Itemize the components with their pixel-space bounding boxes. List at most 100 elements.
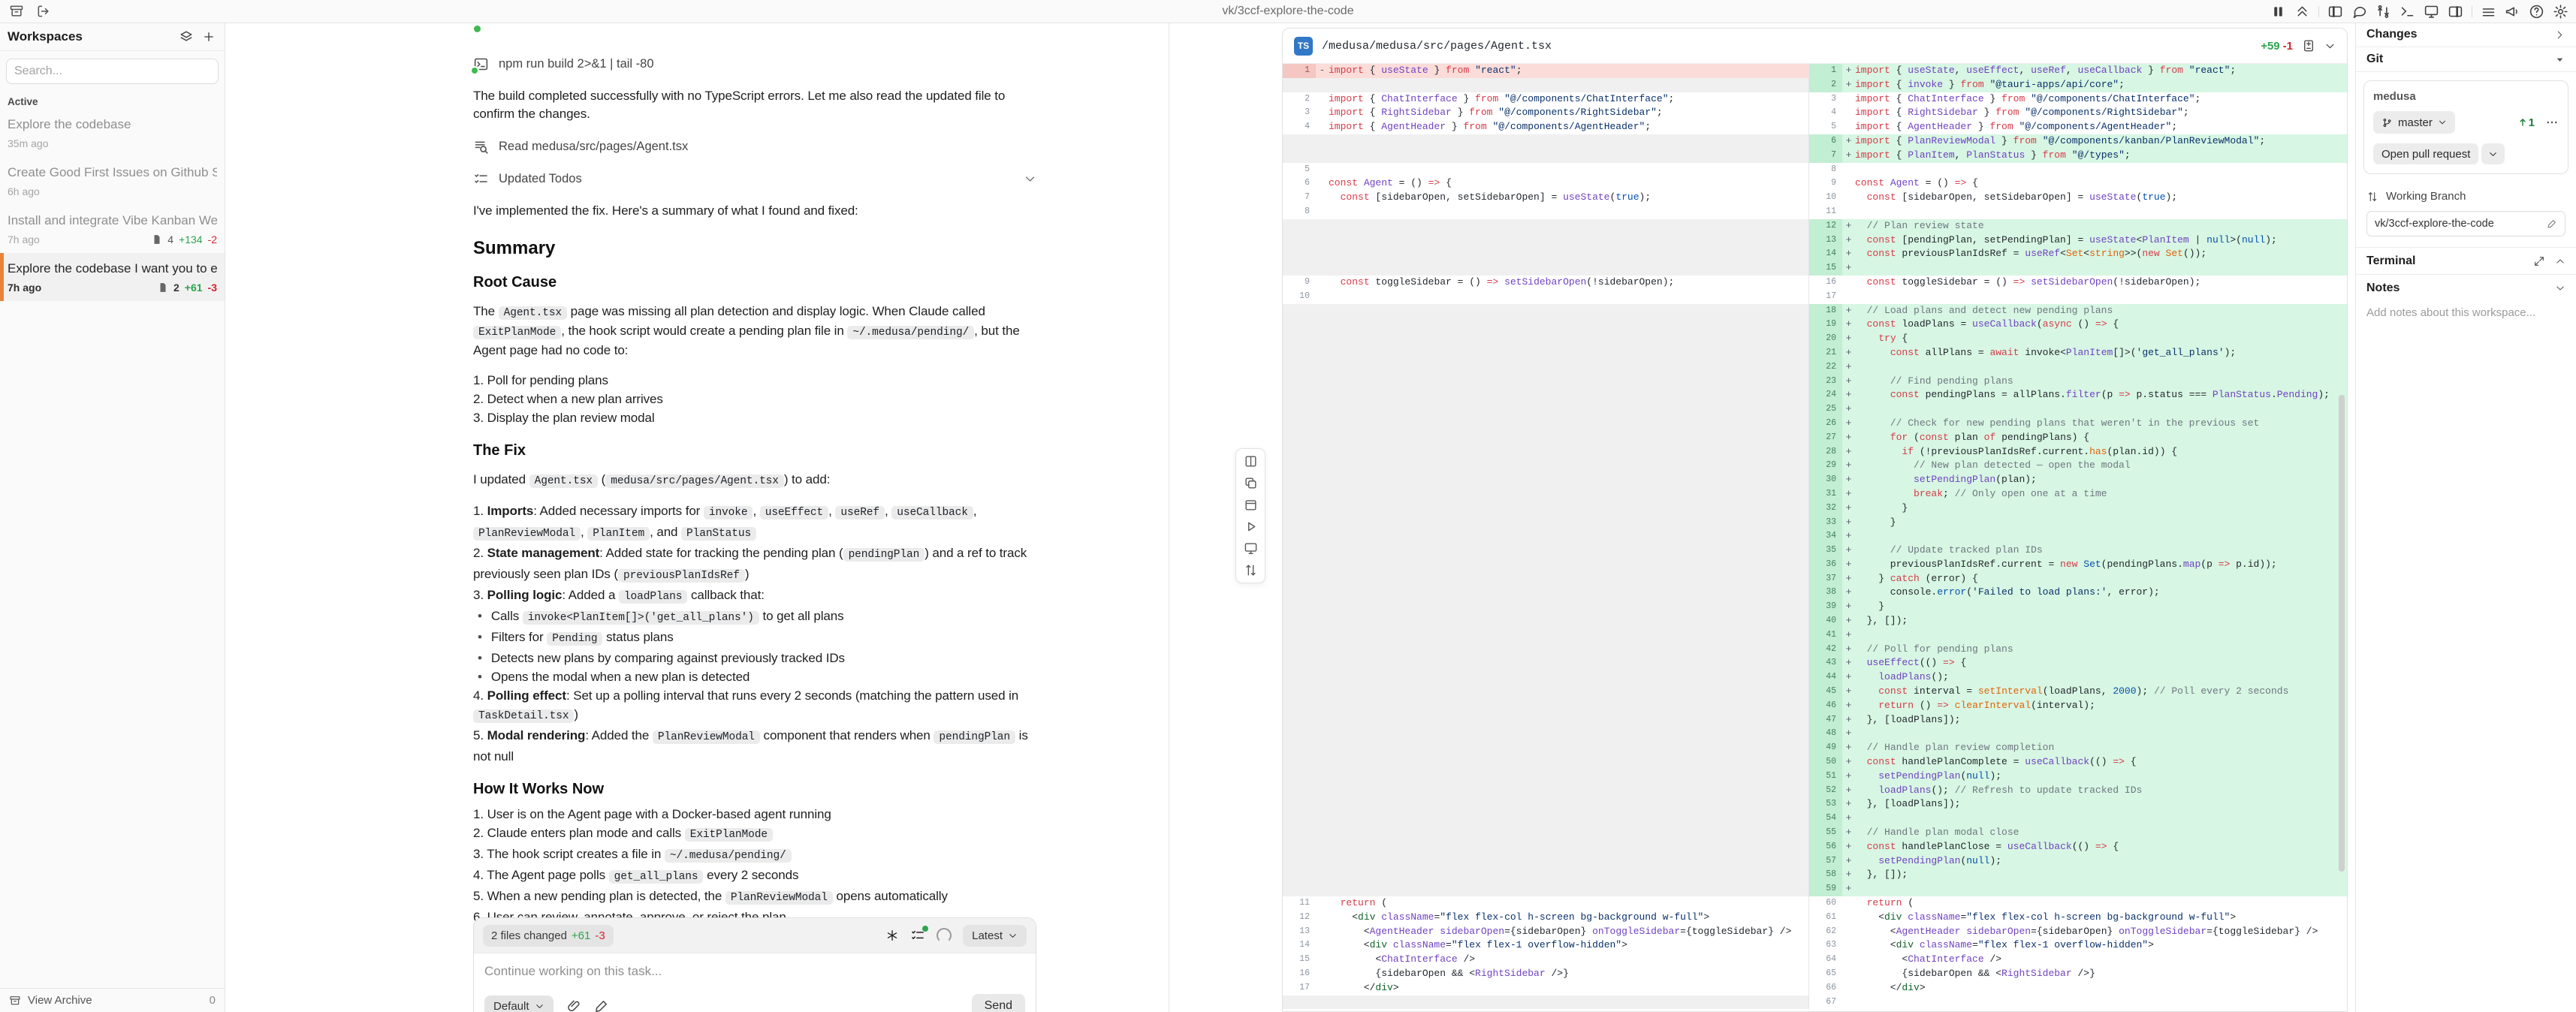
diff-row: 52+ loadPlans(); // Refresh to update tr… — [1283, 784, 2347, 798]
copy-icon[interactable] — [1244, 476, 1258, 490]
view-archive-row[interactable]: View Archive 0 — [0, 988, 225, 1012]
workspace-title: Install and integrate Vibe Kanban Web C — [8, 213, 217, 228]
working-branch-input[interactable]: vk/3ccf-explore-the-code — [2366, 211, 2565, 236]
chevron-right-icon — [2554, 29, 2565, 41]
tool-call-row[interactable]: Read medusa/src/pages/Agent.tsx — [473, 137, 1036, 155]
panel-left-icon[interactable] — [2327, 4, 2343, 20]
chat-icon[interactable] — [2351, 4, 2367, 20]
diff-row: 44+ loadPlans(); — [1283, 670, 2347, 685]
message-input-area[interactable]: Continue working on this task... Default… — [474, 953, 1036, 1012]
diff-row: 31+ break; // Only open one at a time — [1283, 487, 2347, 501]
gear-icon[interactable] — [2553, 4, 2568, 20]
sign-out-icon[interactable] — [36, 4, 51, 19]
chevron-up-icon[interactable] — [2555, 256, 2565, 267]
diff-row: 46+ return () => clearInterval(interval)… — [1283, 699, 2347, 713]
workspace-item[interactable]: Explore the codebase I want you to exp7h… — [0, 253, 225, 301]
diff-row: 19+ const loadPlans = useCallback(async … — [1283, 318, 2347, 332]
terminal-section-header[interactable]: Terminal — [2356, 247, 2576, 274]
repo-menu-button[interactable] — [2545, 116, 2559, 129]
tool-label: Read medusa/src/pages/Agent.tsx — [499, 140, 688, 154]
collapse-file-icon[interactable] — [2324, 41, 2336, 52]
add-workspace-button[interactable] — [202, 30, 216, 44]
diff-row: 12 <div className="flex flex-col h-scree… — [1283, 911, 2347, 925]
branch-selector[interactable]: master — [2373, 111, 2455, 134]
notes-section-header[interactable]: Notes — [2356, 274, 2576, 301]
arrow-up-down-icon — [2366, 191, 2378, 203]
expand-terminal-icon[interactable] — [2533, 255, 2545, 267]
version-dropdown[interactable]: Latest — [963, 925, 1027, 947]
changes-section-header[interactable]: Changes — [2356, 23, 2576, 47]
inline-code: PlanItem — [587, 527, 650, 541]
panel-right-icon[interactable] — [2448, 4, 2463, 20]
diff-content: 1-import { useState } from "react";1+imp… — [1283, 64, 2347, 1011]
tool-call-row[interactable]: npm run build 2>&1 | tail -80 — [473, 55, 1036, 73]
compare-icon[interactable] — [1244, 563, 1258, 577]
workspace-timestamp: 6h ago — [8, 185, 40, 197]
mode-dropdown[interactable]: Default — [484, 995, 554, 1012]
pr-options-button[interactable] — [2481, 143, 2505, 164]
section-heading: The Fix — [473, 442, 1036, 459]
diff-view-icon[interactable] — [2302, 39, 2315, 53]
todos-status-icon[interactable] — [910, 928, 925, 943]
workspace-item[interactable]: Install and integrate Vibe Kanban Web C7… — [0, 205, 225, 253]
workspace-search-input[interactable] — [6, 59, 219, 84]
files-changed-badge[interactable]: 2 files changed +61 -3 — [483, 925, 614, 947]
prompt-icon[interactable] — [2400, 4, 2415, 20]
workspace-title: Create Good First Issues on Github So p — [8, 165, 217, 180]
git-icon[interactable] — [2375, 4, 2391, 20]
titlebar-icons — [2270, 0, 2568, 23]
chevron-down-icon[interactable] — [1024, 173, 1036, 185]
menu-icon[interactable] — [2481, 4, 2496, 20]
notes-placeholder[interactable]: Add notes about this workspace... — [2356, 301, 2576, 324]
play-icon[interactable] — [1244, 520, 1258, 534]
numbered-list-item: 4. The Agent page polls get_all_plans ev… — [473, 866, 1036, 887]
diff-row: 37+ } catch (error) { — [1283, 572, 2347, 586]
inline-code: Pending — [547, 632, 602, 646]
workspace-title: Explore the codebase — [8, 117, 217, 132]
diff-removed-count: -1 — [2283, 40, 2293, 53]
diff-row: 59+ — [1283, 882, 2347, 896]
attach-file-icon[interactable] — [566, 998, 581, 1012]
archive-count: 0 — [210, 994, 216, 1007]
diff-row: 55+ // Handle plan modal close — [1283, 826, 2347, 840]
open-pull-request-button[interactable]: Open pull request — [2373, 143, 2478, 164]
inline-code: get_all_plans — [609, 870, 704, 884]
inline-code: previousPlanIdsRef — [618, 569, 745, 583]
spinner-icon — [937, 928, 952, 943]
chevron-down-icon[interactable] — [2555, 283, 2565, 294]
numbered-list-item: 5. Modal rendering: Added the PlanReview… — [473, 726, 1036, 766]
inline-code: ~/.medusa/pending/ — [665, 849, 792, 863]
git-repo-card: medusa master 1 Open pull request — [2363, 80, 2568, 174]
chevrons-up-icon[interactable] — [2294, 4, 2310, 20]
inline-code: PlanReviewModal — [725, 891, 833, 905]
inline-code: ExitPlanMode — [685, 828, 773, 842]
edit-branch-icon[interactable] — [2547, 218, 2557, 229]
help-icon[interactable] — [2529, 4, 2544, 20]
diff-row: 18+ // Load plans and detect new pending… — [1283, 304, 2347, 318]
diff-scrollbar[interactable] — [2339, 395, 2345, 872]
workspace-item[interactable]: Explore the codebase35m ago — [0, 109, 225, 157]
active-section-label: Active — [8, 96, 217, 107]
diff-file-header[interactable]: TS /medusa/medusa/src/pages/Agent.tsx +5… — [1283, 29, 2347, 64]
pause-icon[interactable] — [2270, 4, 2286, 20]
archive-icon[interactable] — [9, 4, 24, 19]
branch-icon — [2381, 117, 2393, 128]
window-icon[interactable] — [1244, 498, 1258, 512]
composer: 2 files changed +61 -3 Latest Continue w… — [473, 917, 1036, 1012]
columns-icon[interactable] — [1244, 454, 1258, 468]
assistant-paragraph: The Agent.tsx page was missing all plan … — [473, 303, 1036, 360]
workspace-item[interactable]: Create Good First Issues on Github So p 6… — [0, 157, 225, 205]
workspace-list: Explore the codebase35m agoCreate Good F… — [0, 109, 225, 301]
diff-row: 2+import { invoke } from "@tauri-apps/ap… — [1283, 78, 2347, 92]
layers-icon[interactable] — [179, 30, 193, 44]
send-button[interactable]: Send — [972, 994, 1025, 1012]
monitor-icon[interactable] — [1244, 541, 1258, 556]
collapsible-row[interactable]: Updated Todos — [473, 170, 1036, 188]
asterisk-icon[interactable] — [885, 929, 899, 942]
megaphone-icon[interactable] — [2505, 4, 2520, 20]
view-archive-label: View Archive — [28, 994, 92, 1007]
monitor-icon[interactable] — [2424, 4, 2439, 20]
pen-icon[interactable] — [594, 998, 609, 1012]
git-section-header[interactable]: Git — [2356, 47, 2576, 72]
working-branch-row: Working Branch — [2356, 180, 2576, 206]
